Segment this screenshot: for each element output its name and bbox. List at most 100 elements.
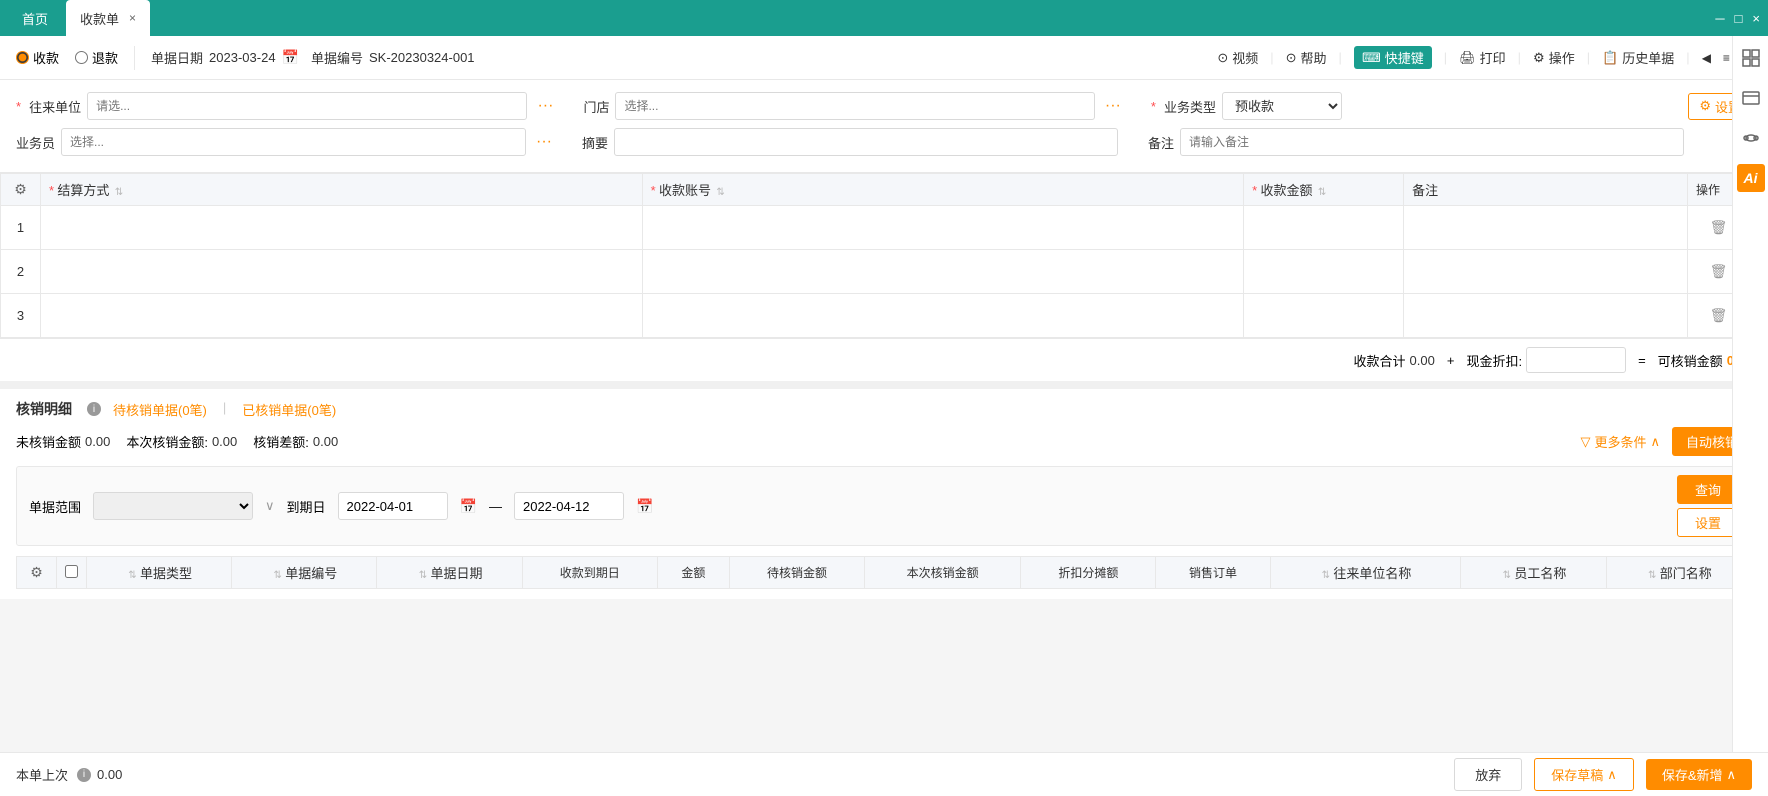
cell-account-1[interactable]	[642, 206, 1244, 250]
date-label: 单据日期	[151, 48, 203, 67]
video-icon: ⊙	[1217, 50, 1228, 66]
staff-input[interactable]	[61, 128, 526, 156]
close-icon[interactable]: ×	[1752, 11, 1760, 26]
bottom-info: 本单上次 i 0.00	[16, 765, 122, 784]
shop-more-btn[interactable]: ···	[1105, 97, 1121, 115]
delete-icon-1[interactable]: 🗑	[1710, 219, 1728, 236]
verify-filter-row: 单据范围 ∨ 到期日 📅 — 📅 查询 设置	[16, 466, 1752, 546]
shortcut-icon: ⌨	[1362, 50, 1381, 66]
abandon-btn[interactable]: 放弃	[1454, 758, 1522, 791]
tab-home[interactable]: 首页	[8, 0, 62, 36]
cell-account-3[interactable]	[642, 294, 1244, 338]
cell-settlement-2[interactable]	[41, 250, 643, 294]
verify-info-icon[interactable]: i	[87, 402, 101, 416]
query-btn[interactable]: 查询	[1677, 475, 1739, 504]
counterpart-input[interactable]	[87, 92, 527, 120]
discount-input[interactable]	[1526, 347, 1626, 373]
verify-table-settings-icon[interactable]: ⚙	[30, 564, 43, 580]
prev-btn[interactable]: ◀	[1702, 51, 1711, 65]
shop-label: 门店	[583, 97, 609, 116]
net-label: 可核销金额	[1658, 351, 1723, 370]
tab-bar: 首页 收款单 × ─ □ ×	[0, 0, 1768, 36]
business-type-select[interactable]: 预收款	[1222, 92, 1342, 120]
delete-icon-2[interactable]: 🗑	[1710, 263, 1728, 280]
select-all-checkbox[interactable]	[65, 565, 78, 578]
staff-more-btn[interactable]: ···	[536, 133, 552, 151]
notes-input[interactable]	[1180, 128, 1684, 156]
form-area: * 往来单位 ··· 门店 ··· * 业务类型 预收款 ⚙ 设置	[0, 80, 1768, 173]
total-label: 收款合计	[1354, 351, 1406, 370]
radio-receipt[interactable]: 收款	[16, 48, 59, 67]
ai-label: Ai	[1744, 170, 1758, 186]
minimize-icon[interactable]: ─	[1715, 11, 1724, 26]
summary-input[interactable]	[614, 128, 1118, 156]
radio-refund[interactable]: 退款	[75, 48, 118, 67]
vcol-sales-order: 销售订单	[1156, 557, 1270, 589]
col-amount: * 收款金额 ⇅	[1244, 174, 1404, 206]
unverified-stat: 未核销金额 0.00	[16, 432, 110, 451]
bottom-bar: 本单上次 i 0.00 放弃 保存草稿 ∧ 保存&新增 ∧	[0, 752, 1768, 796]
summary-field: 摘要	[582, 128, 1118, 156]
cell-amount-3[interactable]	[1244, 294, 1404, 338]
shortcut-btn[interactable]: ⌨ 快捷键	[1354, 46, 1432, 69]
operate-btn[interactable]: ⚙ 操作	[1533, 48, 1575, 67]
calendar-icon[interactable]: 📅	[282, 49, 299, 66]
save-draft-btn[interactable]: 保存草稿 ∧	[1534, 758, 1634, 791]
sidebar-icon-1[interactable]	[1737, 44, 1765, 72]
discount-label: 现金折扣:	[1466, 351, 1522, 370]
row-num-1: 1	[1, 206, 41, 250]
filter-icon: ▽	[1580, 434, 1590, 450]
notes-field: 备注	[1148, 128, 1684, 156]
video-btn[interactable]: ⊙ 视频	[1217, 48, 1258, 67]
cell-account-2[interactable]	[642, 250, 1244, 294]
vcol-current: 本次核销金额	[865, 557, 1021, 589]
counterpart-more-btn[interactable]: ···	[537, 97, 553, 115]
delete-icon-3[interactable]: 🗑	[1710, 307, 1728, 324]
cell-notes-2[interactable]	[1404, 250, 1688, 294]
equals-sign: =	[1638, 353, 1646, 368]
cell-settlement-1[interactable]	[41, 206, 643, 250]
save-draft-chevron-icon: ∧	[1607, 767, 1617, 783]
cell-notes-1[interactable]	[1404, 206, 1688, 250]
range-chevron-icon[interactable]: ∨	[265, 498, 275, 514]
table-row: 1 🗑 ⧉	[1, 206, 1768, 250]
date-from-input[interactable]	[338, 492, 448, 520]
tab-done[interactable]: 已核销单据(0笔)	[242, 400, 336, 419]
row-num-2: 2	[1, 250, 41, 294]
more-conditions-btn[interactable]: ▽ 更多条件 ∧	[1580, 432, 1660, 451]
calendar-to-icon[interactable]: 📅	[636, 498, 653, 515]
save-new-btn[interactable]: 保存&新增 ∧	[1646, 759, 1752, 790]
shop-input[interactable]	[615, 92, 1094, 120]
range-select[interactable]	[93, 492, 253, 520]
bottom-info-icon[interactable]: i	[77, 768, 91, 782]
operate-icon: ⚙	[1533, 50, 1545, 66]
tab-close-icon[interactable]: ×	[129, 11, 136, 25]
tab-pending[interactable]: 待核销单据(0笔)	[113, 400, 207, 419]
maximize-icon[interactable]: □	[1735, 11, 1743, 26]
sidebar-icon-2[interactable]	[1737, 84, 1765, 112]
diff-stat: 核销差额: 0.00	[253, 432, 338, 451]
filter-setting-btn[interactable]: 设置	[1677, 508, 1739, 537]
right-sidebar: Ai	[1732, 36, 1768, 752]
table-settings-icon[interactable]: ⚙	[14, 181, 27, 197]
window-controls: ─ □ ×	[1715, 11, 1760, 26]
cell-settlement-3[interactable]	[41, 294, 643, 338]
col-settlement: * 结算方式 ⇅	[41, 174, 643, 206]
sidebar-icon-3[interactable]	[1737, 124, 1765, 152]
vcol-type: ⇅ 单据类型	[87, 557, 232, 589]
history-btn[interactable]: 📋 历史单据	[1602, 48, 1674, 67]
cell-amount-1[interactable]	[1244, 206, 1404, 250]
print-btn[interactable]: 🖨 打印	[1459, 48, 1506, 67]
prev-value: 0.00	[97, 767, 122, 782]
unverified-label: 未核销金额	[16, 432, 81, 451]
help-btn[interactable]: ⊙ 帮助	[1286, 48, 1327, 67]
calendar-from-icon[interactable]: 📅	[460, 498, 477, 515]
cell-notes-3[interactable]	[1404, 294, 1688, 338]
cell-amount-2[interactable]	[1244, 250, 1404, 294]
date-to-input[interactable]	[514, 492, 624, 520]
nav-grid-icon[interactable]: ≡	[1723, 51, 1730, 65]
tab-active[interactable]: 收款单 ×	[66, 0, 150, 36]
verify-title: 核销明细	[16, 399, 72, 419]
toolbar: 收款 退款 单据日期 2023-03-24 📅 单据编号 SK-20230324…	[0, 36, 1768, 80]
sidebar-icon-ai[interactable]: Ai	[1737, 164, 1765, 192]
